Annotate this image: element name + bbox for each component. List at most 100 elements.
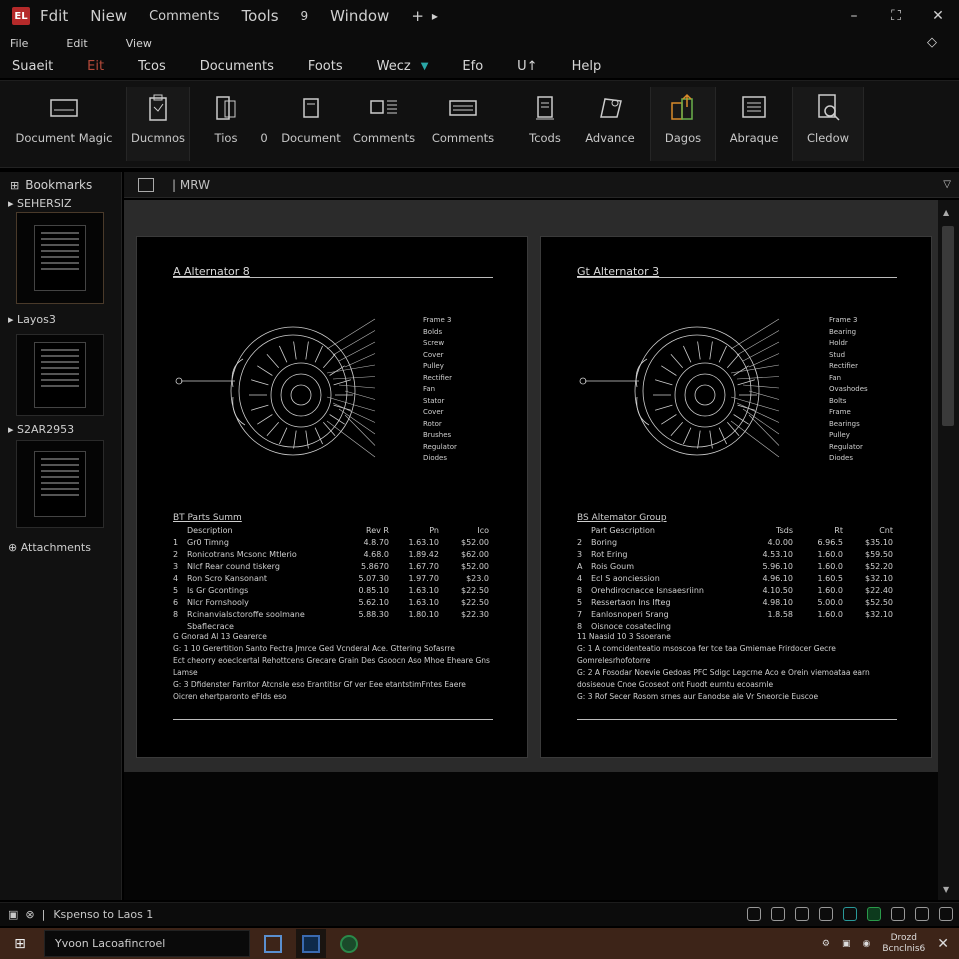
image-icon[interactable] — [915, 907, 929, 921]
attachments-item[interactable]: ⊕ Attachments — [0, 542, 121, 554]
title-menu-edit[interactable]: Fdit — [40, 7, 68, 25]
tab-suaeit[interactable]: Suaeit — [12, 59, 53, 74]
callout-label: Stud — [829, 350, 846, 359]
tab-efo[interactable]: Efo — [462, 59, 483, 74]
page-thumbnail-1[interactable] — [16, 212, 104, 304]
vertical-scrollbar[interactable]: ▲ ▼ — [938, 200, 959, 900]
status-icon[interactable]: ▣ ⊗ | — [8, 908, 45, 921]
onedrive-icon[interactable] — [843, 907, 857, 921]
taskbar: ⊞ Yvoon Lacoafincroel ⚙ ▣ ◉ Drozd Bcncln… — [0, 928, 959, 959]
taskbar-app-explorer[interactable] — [258, 929, 288, 958]
advance-button[interactable]: Advance — [580, 87, 640, 161]
table-header: Part Gescription Tsds Rt Cnt — [577, 525, 897, 537]
document-page-2[interactable]: Gt Alternator 3 Frame 3 Bearing Holdr Stud R… — [540, 236, 932, 758]
security-icon[interactable] — [867, 907, 881, 921]
document-tab[interactable]: | MRW — [172, 178, 210, 192]
notification-icon[interactable]: ◉ — [863, 939, 871, 949]
pin-icon[interactable]: ◇ — [927, 35, 937, 50]
new-tab-button[interactable]: + — [411, 7, 424, 25]
abraque-button[interactable]: Abraque — [722, 87, 786, 161]
cledow-button[interactable]: Cledow — [792, 87, 864, 161]
table-cell: $23.0 — [466, 574, 489, 583]
document-page-1[interactable]: A Alternator 8 Frame 3 Bolds Screw Cover Pul… — [136, 236, 528, 758]
more-tabs-icon[interactable]: ▸ — [432, 9, 438, 23]
scroll-up-icon[interactable]: ▲ — [943, 208, 949, 217]
taskbar-app-search[interactable] — [334, 929, 364, 958]
ducmnos-button[interactable]: Ducmnos — [126, 87, 190, 161]
title-menu-comments[interactable]: Comments — [149, 9, 219, 24]
tios-button[interactable]: Tios — [206, 87, 246, 161]
title-menu-window[interactable]: Window — [330, 7, 389, 25]
table-cell: 5.07.30 — [358, 574, 389, 583]
table-cell: 4 — [577, 574, 583, 583]
network-icon[interactable]: ▣ — [842, 939, 851, 949]
close-button[interactable]: ✕ — [917, 0, 959, 32]
scan-icon[interactable] — [939, 907, 953, 921]
document-button[interactable]: Document — [280, 87, 342, 161]
bookmark-group-3[interactable]: ▸ S2AR2953 — [0, 424, 121, 436]
comments-2-button[interactable]: Comments — [428, 87, 498, 161]
view-icon[interactable] — [138, 177, 154, 192]
taskbar-app-pdf[interactable] — [296, 929, 326, 958]
zero-button[interactable]: 0 — [254, 87, 274, 161]
page-thumbnail-3[interactable] — [16, 440, 104, 528]
tab-tcos[interactable]: Tcos — [138, 59, 166, 74]
close-tray-icon[interactable]: ✕ — [937, 936, 949, 952]
menu-view[interactable]: View — [126, 37, 152, 50]
tab-eit[interactable]: Eit — [87, 59, 104, 74]
document-magic-button[interactable]: Document Magic — [14, 87, 114, 161]
table-title: BT Parts Summ — [173, 513, 242, 523]
maximize-button[interactable]: ⛶ — [875, 0, 917, 32]
sync-icon[interactable] — [795, 907, 809, 921]
table-row: 4 Ecl S aonciession 4.96.10 1.60.5 $32.10 — [577, 573, 897, 585]
callout-label: Cover — [423, 408, 444, 416]
bookmark-group-1[interactable]: ▸ SEHERSIZ — [0, 198, 121, 210]
menu-edit[interactable]: Edit — [66, 37, 87, 50]
table-cell: $35.10 — [865, 538, 893, 547]
collapse-icon[interactable]: ▽ — [943, 179, 951, 190]
taskbar-search[interactable]: Yvoon Lacoafincroel — [44, 930, 250, 957]
tab-dropdown-icon[interactable]: ▼ — [421, 61, 429, 72]
tab-ut[interactable]: U↑ — [517, 59, 537, 74]
table-cell: Nlcr Fornshooly — [187, 598, 249, 607]
table-cell: $52.00 — [461, 538, 489, 547]
menu-file[interactable]: File — [10, 37, 28, 50]
page-thumbnail-2[interactable] — [16, 334, 104, 416]
note-line: Oicren ehertparonto eFIds eso — [173, 692, 287, 701]
settings-icon[interactable]: ⚙ — [822, 939, 830, 949]
tab-foots[interactable]: Foots — [308, 59, 343, 74]
scroll-thumb[interactable] — [942, 226, 954, 426]
search-app-icon — [340, 934, 358, 953]
cloud-icon[interactable] — [747, 907, 761, 921]
tab-wecz[interactable]: Wecz — [377, 59, 411, 74]
comments-button[interactable]: Comments — [352, 87, 416, 161]
clipboard-icon — [149, 94, 167, 121]
minimize-button[interactable]: – — [833, 0, 875, 32]
table-row: 5 Is Gr Gcontings 0.85.10 1.63.10 $22.50 — [173, 585, 493, 597]
book-icon[interactable] — [819, 907, 833, 921]
table-cell: 1.89.42 — [408, 550, 439, 559]
bookmark-icon: ⊞ — [10, 178, 20, 192]
app-logo[interactable]: EL — [12, 7, 30, 25]
table-cell: $59.50 — [865, 550, 893, 559]
start-button[interactable]: ⊞ — [0, 928, 40, 959]
title-menu-view[interactable]: Niew — [90, 7, 127, 25]
title-menu-9[interactable]: 9 — [301, 9, 309, 23]
callout-label: Brushes — [423, 431, 452, 439]
tcods-button[interactable]: Tcods — [522, 87, 568, 161]
title-menu-tools[interactable]: Tools — [242, 7, 279, 25]
page-notes: 11 Naasid 10 3 Ssoerane G: 1 A comcidente… — [577, 631, 897, 703]
table-cell: 1.8.58 — [767, 610, 793, 619]
scroll-down-icon[interactable]: ▼ — [943, 885, 949, 894]
bookmark-group-2[interactable]: ▸ Layos3 — [0, 314, 121, 326]
tab-help[interactable]: Help — [572, 59, 602, 74]
table-header-cell: Cnt — [879, 526, 893, 535]
bookmarks-header[interactable]: ⊞ Bookmarks — [0, 172, 121, 198]
dagos-button[interactable]: Dagos — [650, 87, 716, 161]
clock[interactable]: Drozd Bcnclnis6 — [882, 933, 925, 955]
table-cell: Ecl S aonciession — [591, 574, 660, 583]
grid-icon[interactable] — [891, 907, 905, 921]
chat-icon[interactable] — [771, 907, 785, 921]
tab-documents[interactable]: Documents — [200, 59, 274, 74]
stamp-icon — [600, 98, 622, 118]
